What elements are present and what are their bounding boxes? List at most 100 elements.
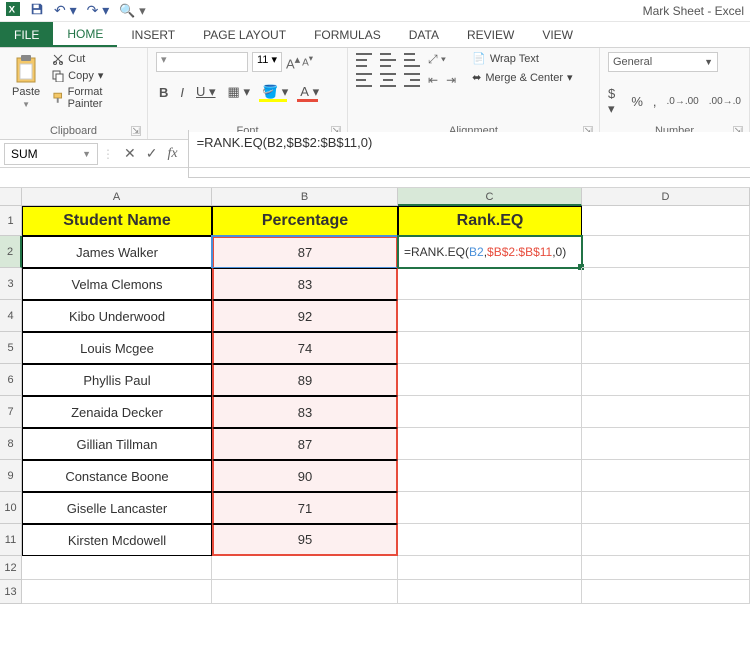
save-icon[interactable]: [30, 2, 44, 19]
cell[interactable]: Zenaida Decker: [22, 396, 212, 428]
increase-indent-icon[interactable]: ⇥: [446, 73, 456, 87]
cell[interactable]: [582, 556, 750, 580]
merge-center-button[interactable]: ⬌Merge & Center ▾: [472, 71, 572, 84]
cell-d1[interactable]: [582, 206, 750, 236]
cell[interactable]: [22, 556, 212, 580]
cell-c1[interactable]: Rank.EQ: [398, 206, 582, 236]
cell[interactable]: 83: [212, 268, 398, 300]
bold-button[interactable]: B: [156, 85, 171, 100]
row-header[interactable]: 12: [0, 556, 22, 580]
row-header[interactable]: 6: [0, 364, 22, 396]
underline-button[interactable]: U ▾: [193, 84, 219, 100]
format-painter-button[interactable]: Format Painter: [50, 85, 139, 111]
clipboard-dialog-launcher[interactable]: ⇲: [131, 126, 141, 136]
cell[interactable]: [22, 580, 212, 604]
cell[interactable]: [582, 492, 750, 524]
cell[interactable]: [398, 524, 582, 556]
undo-icon[interactable]: ↶ ▾: [54, 2, 77, 19]
cell[interactable]: 87: [212, 428, 398, 460]
cell[interactable]: [398, 556, 582, 580]
cell[interactable]: Gillian Tillman: [22, 428, 212, 460]
font-family-select[interactable]: ▾: [156, 52, 248, 72]
cell[interactable]: [582, 524, 750, 556]
col-header-a[interactable]: A: [22, 188, 212, 206]
tab-review[interactable]: REVIEW: [453, 22, 528, 47]
tab-home[interactable]: HOME: [53, 22, 117, 47]
cell[interactable]: [582, 236, 750, 268]
cell[interactable]: Kibo Underwood: [22, 300, 212, 332]
tab-insert[interactable]: INSERT: [117, 22, 189, 47]
cell[interactable]: Kirsten Mcdowell: [22, 524, 212, 556]
enter-icon[interactable]: ✓: [146, 145, 158, 162]
tab-file[interactable]: FILE: [0, 22, 53, 47]
row-header[interactable]: 2: [0, 236, 22, 268]
cell-b2[interactable]: 87: [212, 236, 398, 268]
cell[interactable]: [582, 332, 750, 364]
align-middle-icon[interactable]: [380, 53, 396, 67]
paste-button[interactable]: Paste ▼: [8, 52, 44, 111]
cell[interactable]: 92: [212, 300, 398, 332]
align-top-icon[interactable]: [356, 53, 372, 67]
cell[interactable]: Phyllis Paul: [22, 364, 212, 396]
fx-icon[interactable]: fx: [167, 146, 177, 162]
tab-page-layout[interactable]: PAGE LAYOUT: [189, 22, 300, 47]
row-header[interactable]: 5: [0, 332, 22, 364]
align-bottom-icon[interactable]: [404, 53, 420, 67]
decrease-font-icon[interactable]: A▾: [302, 53, 313, 71]
cell[interactable]: [582, 428, 750, 460]
cell[interactable]: 71: [212, 492, 398, 524]
cell[interactable]: Louis Mcgee: [22, 332, 212, 364]
preview-icon[interactable]: 🔍 ▾: [119, 3, 145, 19]
name-box[interactable]: SUM ▼: [4, 143, 98, 165]
cell[interactable]: 89: [212, 364, 398, 396]
increase-decimal-button[interactable]: .0→.00: [667, 96, 699, 107]
decrease-decimal-button[interactable]: .00→.0: [709, 96, 741, 107]
cell[interactable]: 95: [212, 524, 398, 556]
cell[interactable]: [398, 364, 582, 396]
tab-view[interactable]: VIEW: [528, 22, 587, 47]
cell[interactable]: [582, 364, 750, 396]
align-left-icon[interactable]: [356, 73, 372, 87]
increase-font-icon[interactable]: A▴: [286, 53, 300, 71]
cell[interactable]: [398, 268, 582, 300]
cell[interactable]: [398, 300, 582, 332]
cancel-icon[interactable]: ✕: [124, 145, 136, 162]
row-header[interactable]: 11: [0, 524, 22, 556]
wrap-text-button[interactable]: 📄Wrap Text: [472, 52, 572, 65]
cell[interactable]: Constance Boone: [22, 460, 212, 492]
decrease-indent-icon[interactable]: ⇤: [428, 73, 438, 87]
tab-data[interactable]: DATA: [395, 22, 453, 47]
formula-input[interactable]: [189, 132, 750, 154]
cell[interactable]: [582, 460, 750, 492]
row-header[interactable]: 9: [0, 460, 22, 492]
redo-icon[interactable]: ↷ ▾: [87, 2, 110, 19]
cell[interactable]: [212, 556, 398, 580]
orientation-icon[interactable]: ⤢ ▾: [428, 52, 446, 67]
cell[interactable]: [398, 428, 582, 460]
italic-button[interactable]: I: [177, 85, 187, 100]
row-header[interactable]: 8: [0, 428, 22, 460]
row-header[interactable]: 3: [0, 268, 22, 300]
copy-button[interactable]: Copy ▾: [50, 68, 139, 83]
font-size-select[interactable]: 11 ▾: [252, 52, 282, 72]
cell[interactable]: [582, 580, 750, 604]
align-center-icon[interactable]: [380, 73, 396, 87]
cell[interactable]: Giselle Lancaster: [22, 492, 212, 524]
cell[interactable]: 90: [212, 460, 398, 492]
cell[interactable]: 74: [212, 332, 398, 364]
percent-button[interactable]: %: [631, 94, 643, 109]
cell[interactable]: [398, 460, 582, 492]
row-header[interactable]: 13: [0, 580, 22, 604]
cell[interactable]: [582, 300, 750, 332]
select-all-corner[interactable]: [0, 188, 22, 206]
col-header-b[interactable]: B: [212, 188, 398, 206]
col-header-c[interactable]: C: [398, 188, 582, 206]
cell[interactable]: [398, 396, 582, 428]
border-button[interactable]: ▦ ▾: [225, 84, 253, 100]
cell[interactable]: [212, 580, 398, 604]
spreadsheet-grid[interactable]: A B C D 1 2 3 4 5 6 7 8 9 10 11 12 13 St…: [0, 188, 750, 604]
font-color-button[interactable]: A ▾: [297, 84, 322, 100]
col-header-d[interactable]: D: [582, 188, 750, 206]
row-header[interactable]: 10: [0, 492, 22, 524]
align-right-icon[interactable]: [404, 73, 420, 87]
